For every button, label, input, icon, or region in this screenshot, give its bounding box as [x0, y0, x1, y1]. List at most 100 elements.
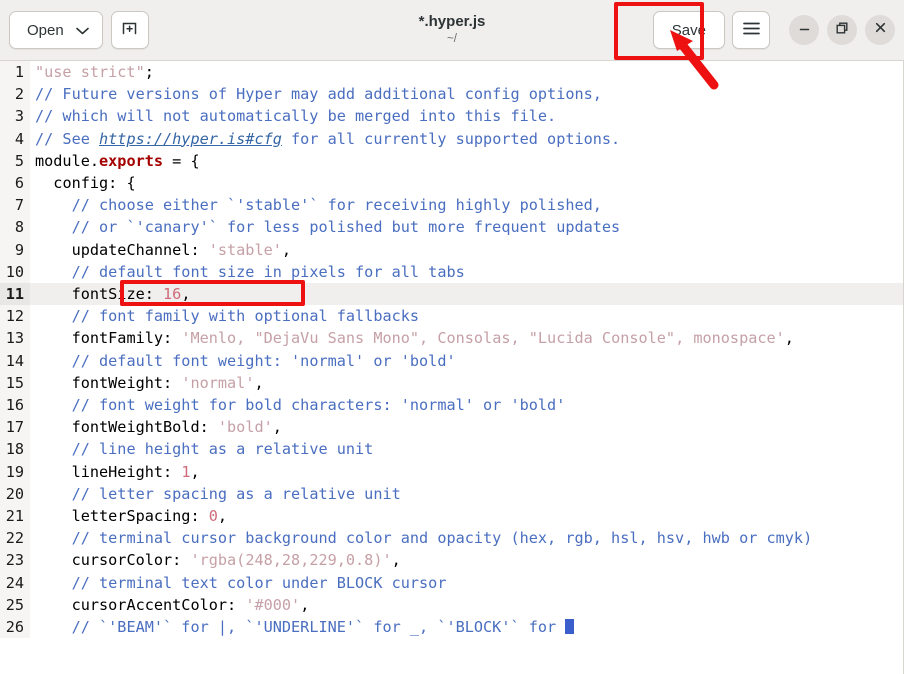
open-button[interactable]: Open [9, 11, 103, 49]
code-line[interactable]: 7 // choose either `'stable'` for receiv… [0, 194, 903, 217]
code-token: // letter spacing as a relative unit [35, 484, 401, 503]
code-line[interactable]: 14 // default font weight: 'normal' or '… [0, 349, 903, 372]
code-line-text[interactable]: lineHeight: 1, [30, 461, 903, 483]
code-line-text[interactable]: // See https://hyper.is#cfg for all curr… [30, 128, 903, 150]
code-line-text[interactable]: updateChannel: 'stable', [30, 239, 903, 261]
code-line[interactable]: 12 // font family with optional fallback… [0, 305, 903, 328]
code-token: // font family with optional fallbacks [35, 307, 420, 326]
code-line-text[interactable]: // font family with optional fallbacks [30, 305, 903, 327]
line-number: 12 [0, 305, 30, 328]
code-line[interactable]: 16 // font weight for bold characters: '… [0, 394, 903, 417]
code-token: // line height as a relative unit [35, 440, 374, 459]
code-line[interactable]: 4// See https://hyper.is#cfg for all cur… [0, 127, 903, 150]
code-token: 'normal' [181, 373, 255, 392]
code-token: , [190, 462, 200, 481]
code-line-text[interactable]: // choose either `'stable'` for receivin… [30, 194, 903, 216]
page-title: *.hyper.js [418, 13, 486, 31]
code-line[interactable]: 8 // or `'canary'` for less polished but… [0, 216, 903, 239]
code-line-text[interactable]: // default font weight: 'normal' or 'bol… [30, 350, 903, 372]
code-token: // See [35, 129, 100, 148]
hamburger-menu-icon [742, 21, 761, 40]
window-controls [789, 15, 895, 45]
code-token: = { [163, 151, 200, 170]
line-number: 19 [0, 460, 30, 483]
text-cursor [565, 619, 575, 635]
new-document-button[interactable] [110, 11, 149, 49]
code-line[interactable]: 11 fontSize: 16, [0, 283, 903, 306]
code-token: 'bold' [217, 418, 273, 437]
code-line-text[interactable]: module.exports = { [30, 150, 903, 172]
code-line[interactable]: 17 fontWeightBold: 'bold', [0, 416, 903, 439]
code-line[interactable]: 5 module.exports = { [0, 149, 903, 173]
code-token: // which will not automatically be merge… [35, 107, 557, 126]
code-line-text[interactable]: fontSize: 16, [30, 283, 903, 305]
code-line-text[interactable]: // terminal text color under BLOCK curso… [30, 572, 903, 594]
code-line-text[interactable]: // default font size in pixels for all t… [30, 261, 903, 283]
line-number: 7 [0, 194, 30, 217]
code-token: // default font size in pixels for all t… [35, 262, 465, 281]
code-line-text[interactable]: // or `'canary'` for less polished but m… [30, 216, 903, 238]
code-line[interactable]: 18 // line height as a relative unit [0, 438, 903, 461]
maximize-button[interactable] [827, 15, 857, 45]
code-line-text[interactable]: // letter spacing as a relative unit [30, 483, 903, 505]
code-line[interactable]: 25 cursorAccentColor: '#000', [0, 593, 903, 617]
code-token: , [217, 507, 228, 526]
code-line[interactable]: 22 // terminal cursor background color a… [0, 527, 903, 550]
code-line[interactable]: 13 fontFamily: 'Menlo, "DejaVu Sans Mono… [0, 327, 903, 350]
code-token: exports [99, 151, 164, 170]
code-line[interactable]: 26 // `'BEAM'` for |, `'UNDERLINE'` for … [0, 616, 903, 639]
code-token: , [300, 595, 310, 614]
main-menu-button[interactable] [732, 11, 770, 49]
open-button-label: Open [27, 21, 64, 39]
code-line[interactable]: 19 lineHeight: 1, [0, 460, 903, 483]
code-line[interactable]: 15 fontWeight: 'normal', [0, 371, 903, 395]
header-bar: Open *.hyper.js ~/ Save [0, 0, 904, 61]
code-line[interactable]: 24 // terminal text color under BLOCK cu… [0, 571, 903, 594]
editor-pane[interactable]: 1 "use strict"; 2// Future versions of Hyp… [0, 61, 904, 674]
code-token: letterSpacing: [35, 507, 209, 526]
line-number: 8 [0, 216, 30, 239]
code-line-text[interactable]: // font weight for bold characters: 'nor… [30, 394, 903, 416]
code-token: 16 [163, 285, 182, 304]
line-number: 26 [0, 616, 30, 639]
page-subtitle: ~/ [447, 32, 457, 45]
code-line-text[interactable]: config: { [30, 172, 903, 194]
minimize-button[interactable] [789, 15, 819, 45]
code-line-text[interactable]: "use strict"; [30, 61, 903, 83]
line-number: 15 [0, 371, 30, 395]
code-line[interactable]: 10 // default font size in pixels for al… [0, 260, 903, 284]
code-line[interactable]: 20 // letter spacing as a relative unit [0, 482, 903, 506]
code-token: // Future versions of Hyper may add addi… [35, 85, 602, 104]
code-line[interactable]: 1 "use strict"; [0, 61, 903, 84]
code-token: // terminal cursor background color and … [35, 529, 813, 548]
code-token: , [181, 285, 191, 304]
code-line-text[interactable]: letterSpacing: 0, [30, 505, 903, 527]
code-token: , [784, 329, 794, 348]
code-line[interactable]: 21 letterSpacing: 0, [0, 505, 903, 528]
close-button[interactable] [865, 15, 895, 45]
line-number: 18 [0, 438, 30, 461]
line-number: 6 [0, 172, 30, 195]
code-line-text[interactable]: cursorColor: 'rgba(248,28,229,0.8)', [30, 549, 903, 571]
header-right-group: Save [652, 11, 895, 49]
code-line-text[interactable]: fontWeight: 'normal', [30, 372, 903, 394]
code-token: 'rgba(248,28,229,0.8)' [190, 551, 392, 570]
code-line[interactable]: 9 updateChannel: 'stable', [0, 238, 903, 261]
code-token: cursorColor: [35, 551, 191, 570]
code-line-text[interactable]: fontWeightBold: 'bold', [30, 416, 903, 438]
code-line-text[interactable]: // line height as a relative unit [30, 438, 903, 460]
code-line[interactable]: 6 config: { [0, 172, 903, 195]
code-line-text[interactable]: fontFamily: 'Menlo, "DejaVu Sans Mono", … [30, 327, 903, 349]
line-number: 4 [0, 127, 30, 150]
code-line[interactable]: 23 cursorColor: 'rgba(248,28,229,0.8)', [0, 549, 903, 572]
code-line-text[interactable]: // `'BEAM'` for |, `'UNDERLINE'` for _, … [30, 616, 903, 638]
code-line[interactable]: 2 // Future versions of Hyper may add add… [0, 83, 903, 106]
code-line[interactable]: 3 // which will not automatically be merg… [0, 105, 903, 128]
code-line-text[interactable]: // Future versions of Hyper may add addi… [30, 83, 903, 105]
code-line-text[interactable]: // which will not automatically be merge… [30, 105, 903, 127]
save-button[interactable]: Save [652, 11, 725, 49]
code-line-text[interactable]: cursorAccentColor: '#000', [30, 594, 903, 616]
minimize-icon [798, 21, 811, 39]
code-line-text[interactable]: // terminal cursor background color and … [30, 527, 903, 549]
code-area[interactable]: 1 "use strict"; 2// Future versions of Hyp… [0, 61, 903, 674]
